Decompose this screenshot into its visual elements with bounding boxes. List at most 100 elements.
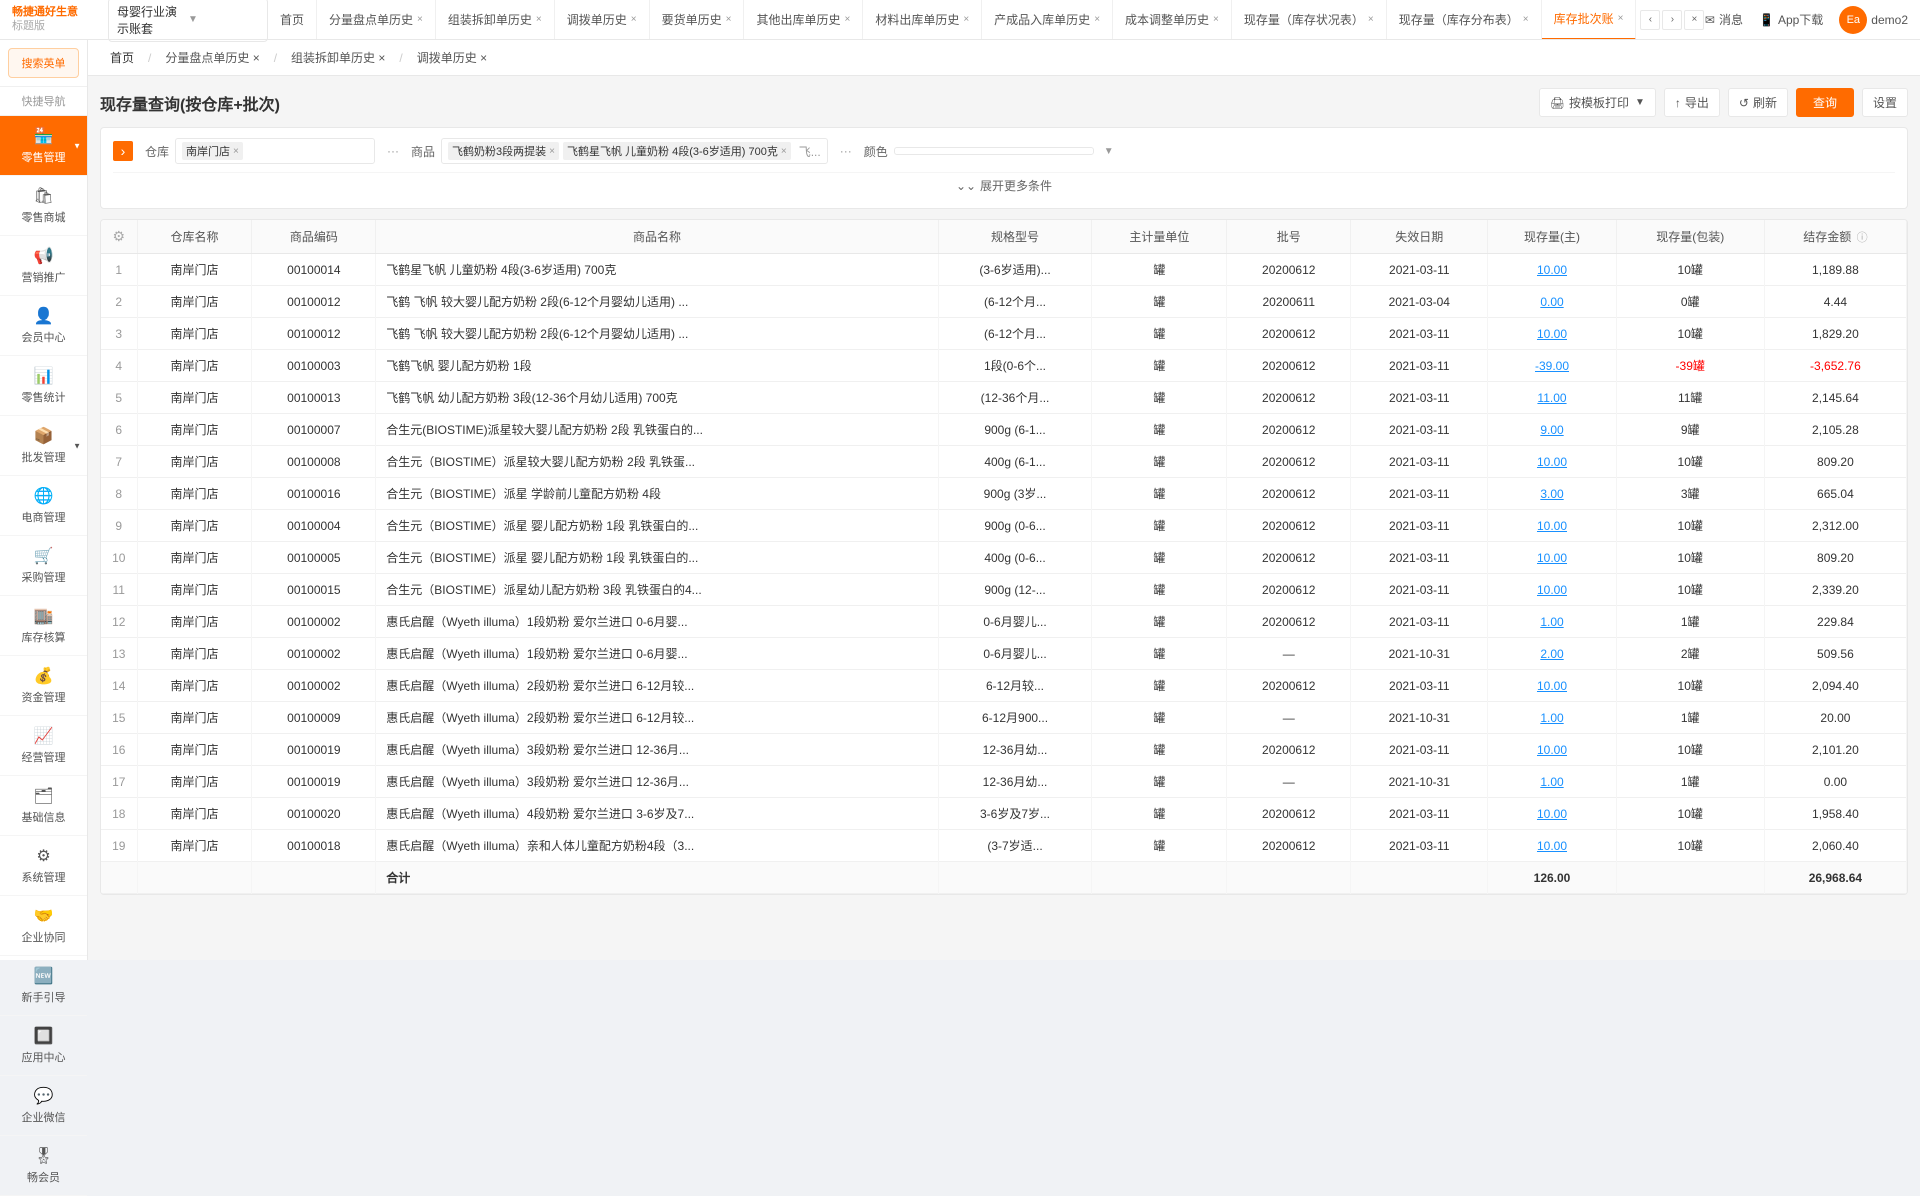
sidebar-item-operations[interactable]: 📈 经营管理 <box>0 716 87 776</box>
org-selector[interactable]: 母婴行业演示账套 ▼ <box>108 0 268 42</box>
close-icon[interactable]: × <box>549 146 555 157</box>
filter-ellipsis[interactable]: ··· <box>387 144 399 158</box>
app-download-btn[interactable]: 📱 App下载 <box>1759 11 1823 28</box>
tab-close-btn[interactable]: × <box>1684 10 1704 30</box>
settings-icon[interactable]: ⚙ <box>112 228 125 244</box>
tab-2[interactable]: 组装拆卸单历史 × <box>436 0 555 39</box>
sidebar-item-marketing[interactable]: 📢 营销推广 <box>0 236 87 296</box>
quick-nav-btn[interactable]: 快捷导航 <box>0 87 87 116</box>
expand-more-btn[interactable]: ⌄⌄ 展开更多条件 <box>113 172 1895 198</box>
td-batch: 20200611 <box>1227 286 1351 318</box>
stock-main-value[interactable]: 10.00 <box>1537 839 1567 853</box>
tab-3[interactable]: 调拨单历史 × <box>555 0 650 39</box>
stock-main-value[interactable]: 10.00 <box>1537 519 1567 533</box>
tab-next-btn[interactable]: › <box>1662 10 1682 30</box>
stock-main-value[interactable]: 10.00 <box>1537 551 1567 565</box>
tab-7[interactable]: 产成品入库单历史 × <box>982 0 1113 39</box>
stock-main-value[interactable]: 11.00 <box>1537 391 1566 405</box>
tab-home[interactable]: 首页 <box>268 0 317 39</box>
close-icon[interactable]: × <box>1523 14 1529 25</box>
tab-9[interactable]: 现存量（库存状况表） × <box>1232 0 1387 39</box>
nav-zu-zhuang[interactable]: 组装拆卸单历史 × <box>281 45 395 70</box>
nav-diao-bo[interactable]: 调拨单历史 × <box>407 45 497 70</box>
stock-main-value[interactable]: 10.00 <box>1537 583 1567 597</box>
info-icon[interactable]: ⓘ <box>1857 232 1868 244</box>
sidebar-item-apps[interactable]: 🔲 应用中心 <box>0 1016 87 1076</box>
tab-10[interactable]: 现存量（库存分布表） × <box>1387 0 1542 39</box>
nav-home[interactable]: 首页 <box>100 45 144 70</box>
td-product-name: 飞鹤 飞帆 较大婴儿配方奶粉 2段(6-12个月婴幼儿适用) ... <box>376 286 938 318</box>
product-more[interactable]: 飞... <box>799 143 821 160</box>
sidebar-item-wholesale[interactable]: 📦 批发管理 ▼ <box>0 416 87 476</box>
stock-main-value[interactable]: 10.00 <box>1537 455 1567 469</box>
stock-main-value[interactable]: 3.00 <box>1540 487 1563 501</box>
stock-main-value[interactable]: 10.00 <box>1537 679 1567 693</box>
close-icon[interactable]: × <box>844 14 850 25</box>
stock-main-value[interactable]: -39.00 <box>1535 359 1569 373</box>
close-icon[interactable]: × <box>1213 14 1219 25</box>
sidebar-item-system[interactable]: ⚙ 系统管理 <box>0 836 87 896</box>
refresh-btn[interactable]: ↺ 刷新 <box>1728 88 1788 117</box>
nav-fen-pan[interactable]: 分量盘点单历史 × <box>155 45 269 70</box>
close-icon[interactable]: × <box>1368 14 1374 25</box>
tab-8[interactable]: 成本调整单历史 × <box>1113 0 1232 39</box>
stock-main-value[interactable]: 1.00 <box>1540 711 1563 725</box>
sidebar-item-basics[interactable]: 🗂 基础信息 <box>0 776 87 836</box>
sidebar-item-retail-mgmt[interactable]: 🏪 零售管理 ▼ <box>0 116 87 176</box>
tab-active[interactable]: 库存批次账 × <box>1542 0 1637 39</box>
sidebar-item-member[interactable]: 👤 会员中心 <box>0 296 87 356</box>
stock-main-value[interactable]: 9.00 <box>1540 423 1563 437</box>
tab-6[interactable]: 材料出库单历史 × <box>863 0 982 39</box>
sidebar-item-finance[interactable]: 💰 资金管理 <box>0 656 87 716</box>
stock-main-value[interactable]: 10.00 <box>1537 743 1567 757</box>
td-spec: 12-36月幼... <box>938 734 1092 766</box>
sidebar-item-wechat[interactable]: 💬 企业微信 <box>0 1076 87 1136</box>
sidebar-item-retail-mall[interactable]: 🛍 零售商城 <box>0 176 87 236</box>
close-icon[interactable]: × <box>417 14 423 25</box>
stock-main-value[interactable]: 2.00 <box>1540 647 1563 661</box>
close-icon[interactable]: × <box>1618 13 1624 24</box>
template-print-btn[interactable]: 🖨 按模板打印 ▼ <box>1539 88 1656 117</box>
filter-ellipsis-2[interactable]: ··· <box>840 144 852 158</box>
stock-main-value[interactable]: 10.00 <box>1537 807 1567 821</box>
settings-btn[interactable]: 设置 <box>1862 88 1908 117</box>
sidebar-item-ecommerce[interactable]: 🌐 电商管理 <box>0 476 87 536</box>
close-icon[interactable]: × <box>726 14 732 25</box>
close-icon[interactable]: × <box>233 146 239 157</box>
td-spec: 900g (12-... <box>938 574 1092 606</box>
close-icon[interactable]: × <box>963 14 969 25</box>
sidebar-item-purchase[interactable]: 🛒 采购管理 <box>0 536 87 596</box>
sidebar-item-guide[interactable]: 🆕 新手引导 <box>0 956 87 1016</box>
sidebar-item-member2[interactable]: 🎖 畅会员 <box>0 1136 87 1196</box>
sidebar-item-collab[interactable]: 🤝 企业协同 <box>0 896 87 956</box>
color-tags[interactable] <box>894 147 1094 155</box>
close-icon[interactable]: × <box>536 14 542 25</box>
product-tags[interactable]: 飞鹤奶粉3段两提装 × 飞鹤星飞帆 儿童奶粉 4段(3-6岁适用) 700克 ×… <box>441 138 828 164</box>
td-stock-main: 1.00 <box>1488 702 1616 734</box>
query-btn[interactable]: 查询 <box>1796 88 1854 117</box>
sidebar-item-retail-stats[interactable]: 📊 零售统计 <box>0 356 87 416</box>
sidebar-item-inventory[interactable]: 🏬 库存核算 <box>0 596 87 656</box>
tab-4[interactable]: 要货单历史 × <box>650 0 745 39</box>
user-menu[interactable]: Ea demo2 <box>1839 6 1908 34</box>
stock-main-value[interactable]: 1.00 <box>1540 775 1563 789</box>
close-icon[interactable]: × <box>1094 14 1100 25</box>
stock-main-value[interactable]: 1.00 <box>1540 615 1563 629</box>
color-dropdown-icon[interactable]: ▼ <box>1104 146 1114 157</box>
close-icon[interactable]: × <box>781 146 787 157</box>
stock-main-value[interactable]: 0.00 <box>1540 295 1563 309</box>
stock-main-value[interactable]: 10.00 <box>1537 327 1567 341</box>
close-icon[interactable]: × <box>631 14 637 25</box>
export-btn[interactable]: ↑ 导出 <box>1664 88 1720 117</box>
search-menu-btn[interactable]: 搜索英单 <box>8 48 79 78</box>
stock-main-value[interactable]: 10.00 <box>1537 263 1567 277</box>
message-icon: ✉ <box>1705 13 1715 27</box>
td-stock-main: 10.00 <box>1488 510 1616 542</box>
td-unit: 罐 <box>1092 318 1227 350</box>
tab-1[interactable]: 分量盘点单历史 × <box>317 0 436 39</box>
warehouse-tags[interactable]: 南岸门店 × <box>175 138 375 164</box>
tab-prev-btn[interactable]: ‹ <box>1640 10 1660 30</box>
tab-5[interactable]: 其他出库单历史 × <box>744 0 863 39</box>
message-btn[interactable]: ✉ 消息 <box>1705 11 1743 28</box>
expand-filter-btn[interactable]: › <box>113 141 133 161</box>
